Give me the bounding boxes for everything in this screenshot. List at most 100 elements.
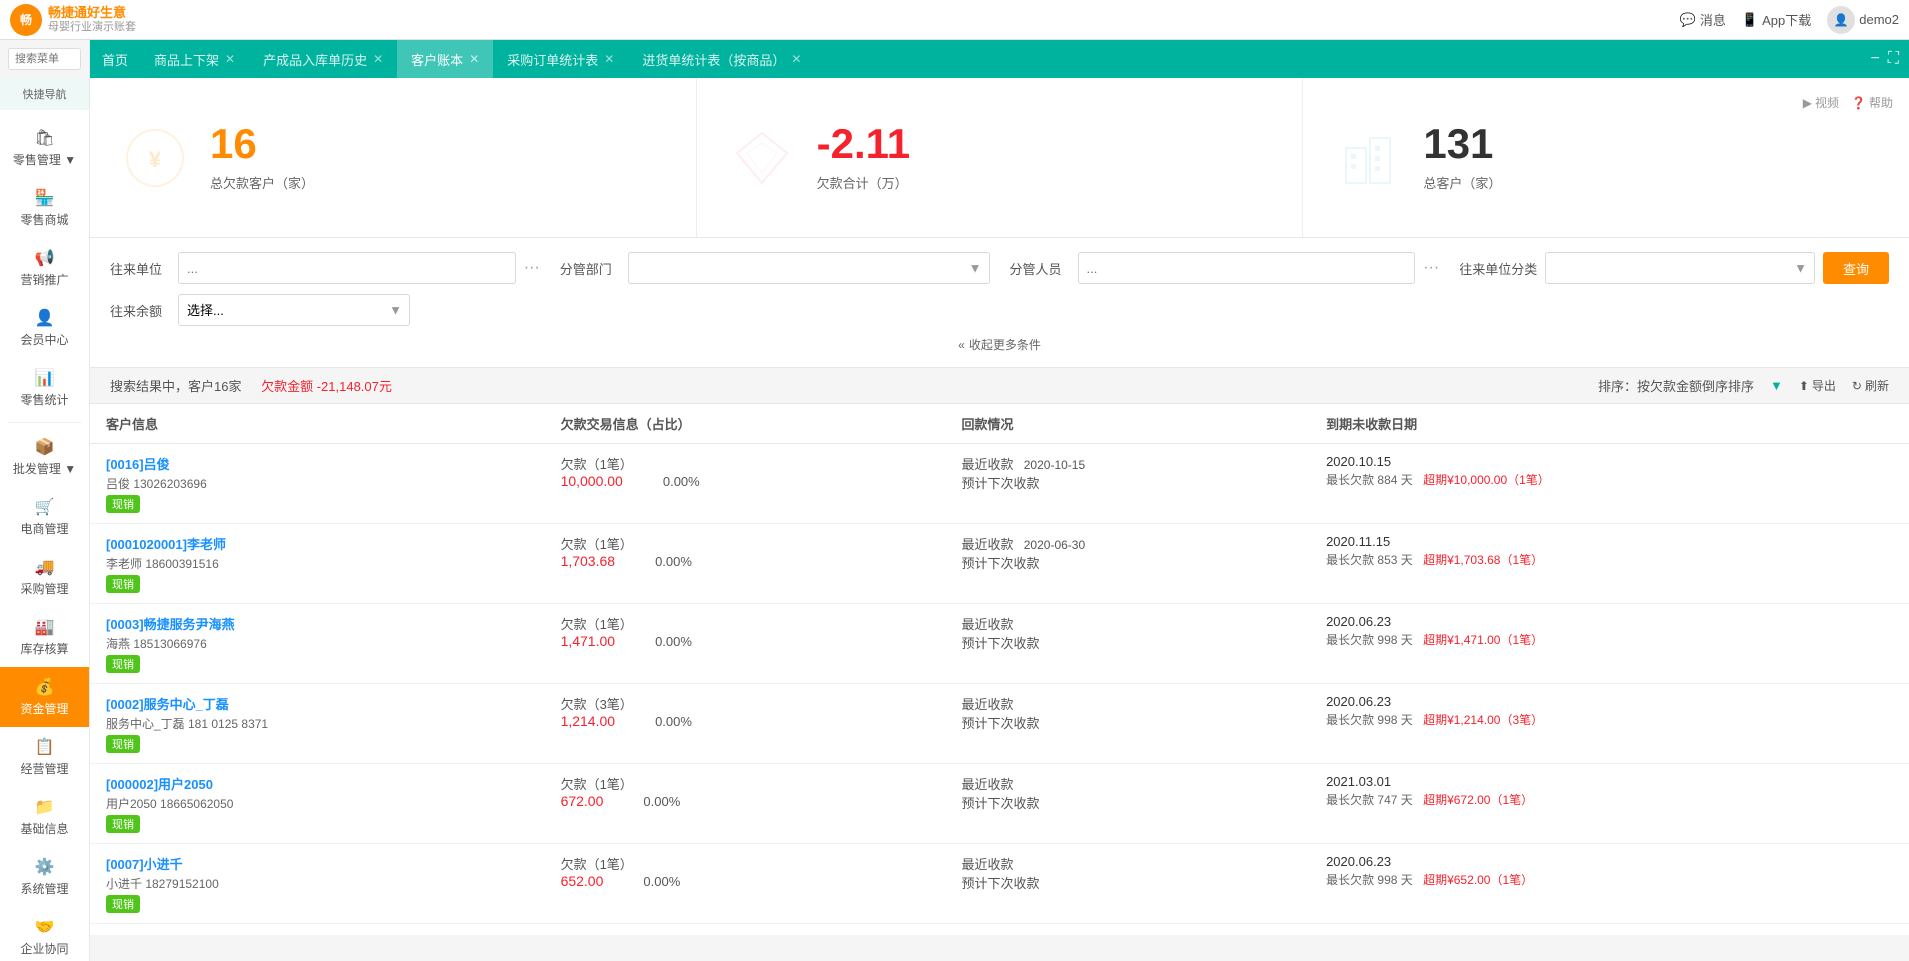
manager-input[interactable] xyxy=(1078,252,1416,284)
overdue-amount-2[interactable]: 超期¥1,471.00（1笔） xyxy=(1423,633,1543,647)
overdue-amount-5[interactable]: 超期¥652.00（1笔） xyxy=(1423,873,1533,887)
overdue-amount-3[interactable]: 超期¥1,214.00（3笔） xyxy=(1423,713,1543,727)
manager-dots[interactable]: ··· xyxy=(1423,259,1439,277)
cell-debt-4: 欠款（1笔） 672.00 0.00% xyxy=(545,764,946,844)
video-btn[interactable]: ▶ 视频 xyxy=(1803,94,1839,111)
cell-due-2: 2020.06.23 最长欠款 998 天 超期¥1,471.00（1笔） xyxy=(1310,604,1909,684)
debt-amount-0[interactable]: 10,000.00 xyxy=(561,473,623,489)
customer-name-1[interactable]: [0001020001]李老师 xyxy=(106,534,529,553)
username: demo2 xyxy=(1859,12,1899,27)
cell-customer-3: [0002]服务中心_丁磊 服务中心_丁磊 181 0125 8371 现销 xyxy=(90,684,545,764)
recovery-label-2: 最近收款 xyxy=(961,614,1294,633)
tab-customer-account[interactable]: 客户账本 ✕ xyxy=(397,40,493,78)
refresh-icon: ↻ xyxy=(1852,379,1862,393)
due-date-2: 2020.06.23 xyxy=(1326,614,1893,629)
retail-stat-icon: 📊 xyxy=(35,368,55,388)
sidebar-nav-btn[interactable]: 快捷导航 xyxy=(0,78,89,110)
collapse-button[interactable]: « 收起更多条件 xyxy=(958,336,1041,353)
tab-purchase-order[interactable]: 采购订单统计表 ✕ xyxy=(493,40,628,78)
app-download-button[interactable]: 📱 App下载 xyxy=(1742,10,1811,29)
table-row: [0016]吕俊 吕俊 13026203696 现销 欠款（1笔） 10,000… xyxy=(90,444,1909,524)
overdue-days-4: 最长欠款 747 天 xyxy=(1326,793,1419,807)
tab-home[interactable]: 首页 xyxy=(90,40,140,78)
sidebar-item-label: 电商管理 xyxy=(20,520,68,537)
recovery-label-3: 最近收款 xyxy=(961,694,1294,713)
message-button[interactable]: 💬 消息 xyxy=(1680,10,1726,29)
due-date-5: 2020.06.23 xyxy=(1326,854,1893,869)
sidebar-item-retail-stat[interactable]: 📊 零售统计 xyxy=(0,358,89,418)
sidebar-item-marketing[interactable]: 📢 营销推广 xyxy=(0,238,89,298)
customer-name-5[interactable]: [0007]小进千 xyxy=(106,854,529,873)
customer-name-3[interactable]: [0002]服务中心_丁磊 xyxy=(106,694,529,713)
sidebar-item-corp[interactable]: 🤝 企业协同 xyxy=(0,907,89,961)
debt-amount-3[interactable]: 1,214.00 xyxy=(561,713,616,729)
debt-amount-1[interactable]: 1,703.68 xyxy=(561,553,616,569)
tab-close-icon[interactable]: ✕ xyxy=(225,52,235,66)
debt-amount-5[interactable]: 652.00 xyxy=(561,873,604,889)
sidebar-item-retail-shop[interactable]: 🏪 零售商城 xyxy=(0,178,89,238)
customer-status-0: 现销 xyxy=(106,495,140,513)
cell-customer-2: [0003]畅捷服务尹海燕 海燕 18513066976 现销 xyxy=(90,604,545,684)
overdue-amount-1[interactable]: 超期¥1,703.68（1笔） xyxy=(1423,553,1543,567)
sidebar-item-system[interactable]: ⚙️ 系统管理 xyxy=(0,847,89,907)
tab-close-icon[interactable]: ✕ xyxy=(373,52,383,66)
debt-amount-2[interactable]: 1,471.00 xyxy=(561,633,616,649)
tab-purchase-stat[interactable]: 进货单统计表（按商品） ✕ xyxy=(628,40,815,78)
balance-select[interactable]: 选择... xyxy=(178,294,410,326)
tab-product-history[interactable]: 产成品入库单历史 ✕ xyxy=(249,40,397,78)
debt-amount-4[interactable]: 672.00 xyxy=(561,793,604,809)
cell-due-1: 2020.11.15 最长欠款 853 天 超期¥1,703.68（1笔） xyxy=(1310,524,1909,604)
tab-minimize-icon[interactable]: − xyxy=(1870,50,1879,68)
sidebar-item-retail-mgmt[interactable]: 🛍 零售管理 ▼ xyxy=(0,118,89,178)
search-button[interactable]: 查询 xyxy=(1823,252,1889,284)
help-btns: ▶ 视频 ❓ 帮助 xyxy=(1803,94,1893,111)
cell-debt-5: 欠款（1笔） 652.00 0.00% xyxy=(545,844,946,924)
search-input[interactable] xyxy=(8,48,81,70)
sidebar-item-member[interactable]: 👤 会员中心 xyxy=(0,298,89,358)
supplier-dots[interactable]: ··· xyxy=(524,259,540,277)
export-button[interactable]: ⬆ 导出 xyxy=(1799,377,1836,394)
refresh-button[interactable]: ↻ 刷新 xyxy=(1852,377,1889,394)
user-menu[interactable]: 👤 demo2 xyxy=(1827,6,1899,34)
category-label: 往来单位分类 xyxy=(1459,259,1537,278)
customer-name-0[interactable]: [0016]吕俊 xyxy=(106,454,529,473)
cell-debt-2: 欠款（1笔） 1,471.00 0.00% xyxy=(545,604,946,684)
sidebar-item-biz-mgmt[interactable]: 📋 经营管理 xyxy=(0,727,89,787)
customer-name-6[interactable]: [0006]去下粮仓 xyxy=(106,934,529,935)
customer-sub-2: 海燕 18513066976 xyxy=(106,635,529,652)
cell-debt-1: 欠款（1笔） 1,703.68 0.00% xyxy=(545,524,946,604)
debt-ratio-0: 0.00% xyxy=(663,474,700,489)
tab-maximize-icon[interactable]: ⛶ xyxy=(1888,50,1899,68)
customer-name-2[interactable]: [0003]畅捷服务尹海燕 xyxy=(106,614,529,633)
sidebar-item-purchase[interactable]: 🚚 采购管理 xyxy=(0,547,89,607)
dept-select-wrapper: ▼ xyxy=(628,252,990,284)
sidebar-item-finance[interactable]: 💰 资金管理 xyxy=(0,667,89,727)
overdue-days-5: 最长欠款 998 天 xyxy=(1326,873,1419,887)
tab-product-offline[interactable]: 商品上下架 ✕ xyxy=(140,40,249,78)
sidebar-item-ecom[interactable]: 🛒 电商管理 xyxy=(0,487,89,547)
debt-count-0: 欠款（1笔） xyxy=(561,454,930,473)
stat-info-3: 131 总客户（家） xyxy=(1423,123,1879,192)
customer-status-4: 现销 xyxy=(106,815,140,833)
customer-name-4[interactable]: [000002]用户2050 xyxy=(106,774,529,793)
sidebar-item-basic-info[interactable]: 📁 基础信息 xyxy=(0,787,89,847)
tab-close-icon[interactable]: ✕ xyxy=(469,52,479,66)
overdue-amount-4[interactable]: 超期¥672.00（1笔） xyxy=(1423,793,1533,807)
sort-down-icon[interactable]: ▼ xyxy=(1770,378,1783,393)
supplier-input[interactable] xyxy=(178,252,516,284)
next-recovery-1: 预计下次收款 xyxy=(961,553,1294,572)
category-select[interactable] xyxy=(1545,252,1815,284)
next-recovery-2: 预计下次收款 xyxy=(961,633,1294,652)
tab-close-icon[interactable]: ✕ xyxy=(604,52,614,66)
sidebar-item-inventory[interactable]: 🏭 库存核算 xyxy=(0,607,89,667)
sidebar-item-batch-mgmt[interactable]: 📦 批发管理 ▼ xyxy=(0,427,89,487)
sidebar-item-label: 会员中心 xyxy=(20,331,68,348)
tab-close-icon[interactable]: ✕ xyxy=(791,52,801,66)
overdue-amount-0[interactable]: 超期¥10,000.00（1笔） xyxy=(1423,473,1550,487)
help-btn[interactable]: ❓ 帮助 xyxy=(1851,94,1893,111)
stat-number-1: 16 xyxy=(210,123,666,165)
sidebar-item-label: 基础信息 xyxy=(20,820,68,837)
finance-icon: 💰 xyxy=(35,677,55,697)
dept-select[interactable] xyxy=(628,252,990,284)
table-row: [0001020001]李老师 李老师 18600391516 现销 欠款（1笔… xyxy=(90,524,1909,604)
